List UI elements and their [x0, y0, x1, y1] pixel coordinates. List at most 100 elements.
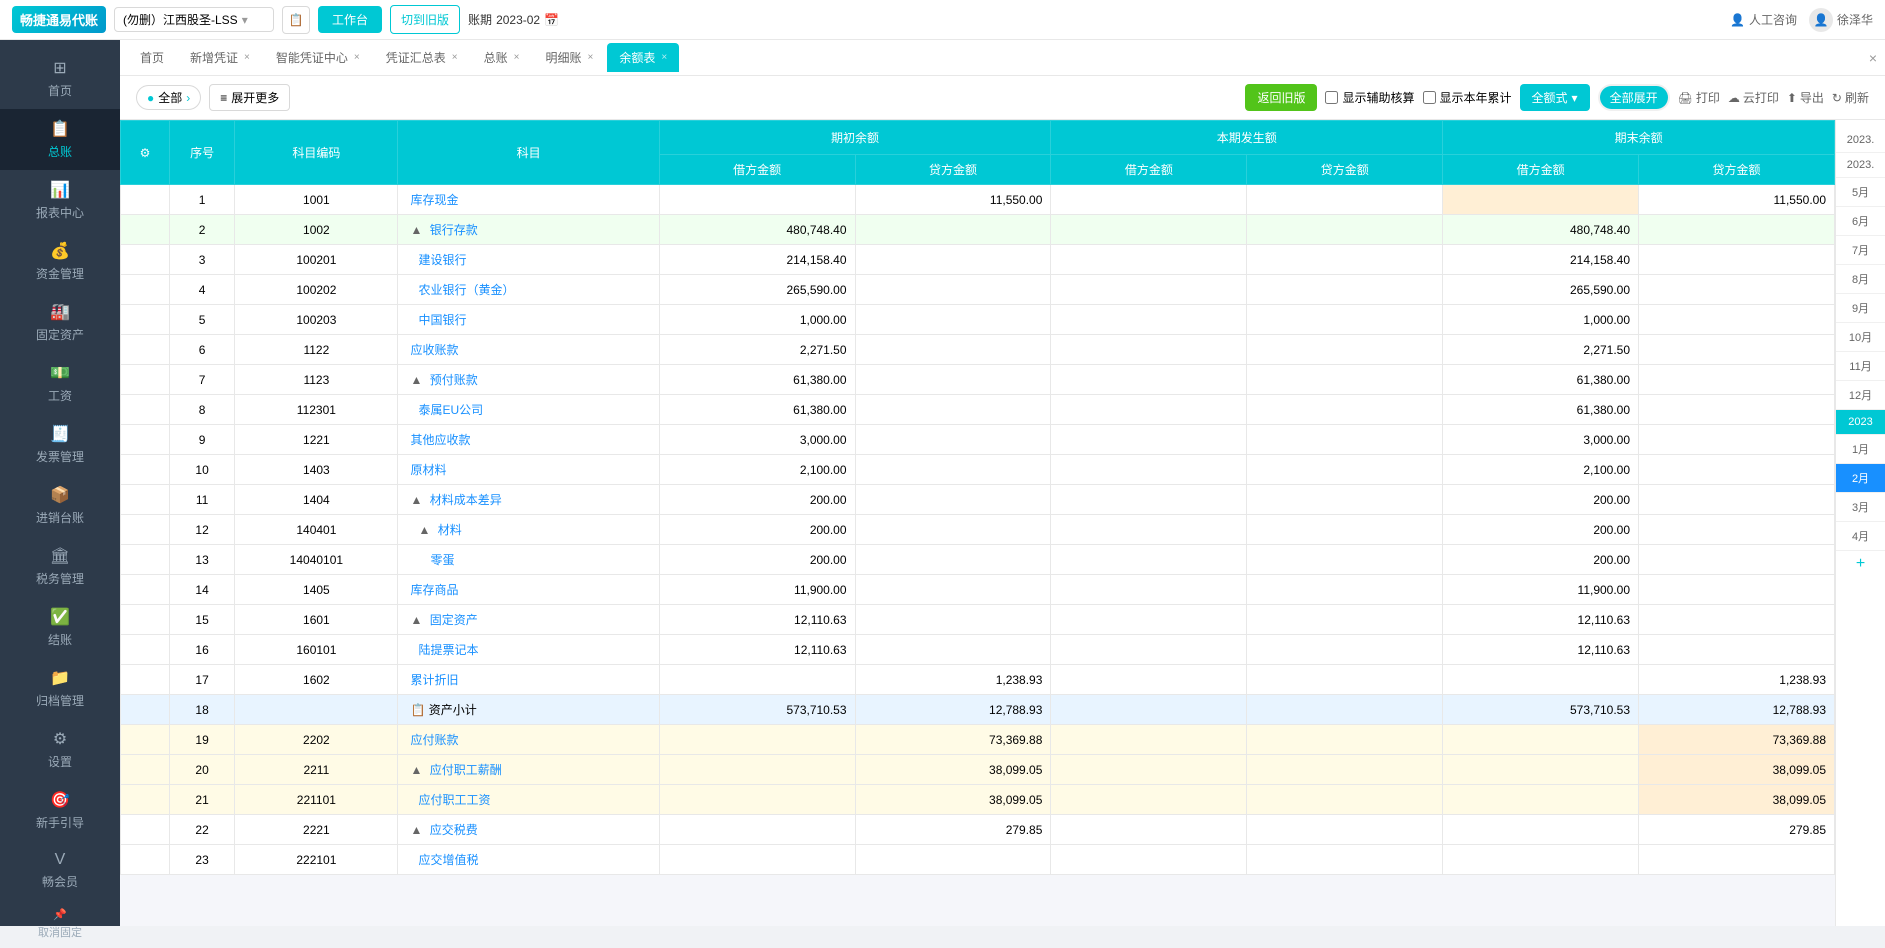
right-panel-12[interactable]: 12月 [1836, 381, 1885, 410]
expand-icon-10[interactable]: ▲ [410, 493, 425, 507]
right-panel-6[interactable]: 6月 [1836, 207, 1885, 236]
sidebar-item-vip[interactable]: V 畅会员 [0, 841, 120, 900]
row-name-20[interactable]: 应付职工工资 [398, 785, 659, 815]
sidebar-item-home[interactable]: ⊞ 首页 [0, 48, 120, 109]
row-name-9[interactable]: 原材料 [398, 455, 659, 485]
row-name-14[interactable]: ▲ 固定资产 [398, 605, 659, 635]
right-panel-3[interactable]: 3月 [1836, 493, 1885, 522]
auxiliary-checkbox-input[interactable] [1325, 91, 1338, 104]
company-select[interactable]: (勿删）江西股圣-LSS ▾ [114, 7, 274, 32]
expand-icon-6[interactable]: ▲ [410, 373, 425, 387]
row-name-12[interactable]: 零蛋 [398, 545, 659, 575]
toggle-on[interactable]: 全部展开 [1600, 86, 1668, 109]
tab-voucher-summary-close[interactable]: × [452, 52, 458, 63]
right-panel-5[interactable]: 5月 [1836, 178, 1885, 207]
format-button[interactable]: 全额式 ▾ [1520, 84, 1590, 111]
row-name-18[interactable]: 应付账款 [398, 725, 659, 755]
right-panel-4[interactable]: 4月 [1836, 522, 1885, 551]
row-name-4[interactable]: 中国银行 [398, 305, 659, 335]
switch-version-button[interactable]: 切到旧版 [390, 5, 460, 34]
row-name-0[interactable]: 库存现金 [398, 185, 659, 215]
right-panel-7[interactable]: 7月 [1836, 236, 1885, 265]
show-ytd-checkbox[interactable]: 显示本年累计 [1423, 89, 1512, 106]
right-panel-10[interactable]: 10月 [1836, 323, 1885, 352]
return-btn[interactable]: 返回旧版 [1245, 84, 1317, 111]
service-button[interactable]: 👤 人工咨询 [1730, 11, 1797, 28]
show-auxiliary-checkbox[interactable]: 显示辅助核算 [1325, 89, 1414, 106]
right-panel-year-2023[interactable]: 2023 [1836, 410, 1885, 435]
expand-icon-19[interactable]: ▲ [410, 763, 425, 777]
table-container[interactable]: ⚙ 序号 科目编码 科目 期初余额 本期发生额 期末余额 借方金额 贷方金额 借… [120, 120, 1835, 926]
sidebar-item-settings[interactable]: ⚙ 设置 [0, 719, 120, 780]
sidebar-item-accounting[interactable]: 📋 总账 [0, 109, 120, 170]
tab-general-ledger-close[interactable]: × [514, 52, 520, 63]
row-name-19[interactable]: ▲ 应付职工薪酬 [398, 755, 659, 785]
row-name-22[interactable]: 应交增值税 [398, 845, 659, 875]
cloud-print-action[interactable]: ☁ 云打印 [1728, 89, 1779, 106]
sidebar-item-archive[interactable]: 📁 归档管理 [0, 658, 120, 719]
right-panel-2[interactable]: 2月 [1836, 464, 1885, 493]
tab-home[interactable]: 首页 [128, 43, 176, 72]
expand-icon-14[interactable]: ▲ [410, 613, 425, 627]
sidebar-item-fixed-assets[interactable]: 🏭 固定资产 [0, 292, 120, 353]
tab-smart-voucher-close[interactable]: × [354, 52, 360, 63]
sidebar-item-assets-mgmt[interactable]: 💰 资金管理 [0, 231, 120, 292]
tab-smart-voucher-label: 智能凭证中心 [276, 49, 348, 66]
row-name-3[interactable]: 农业银行（黄金） [398, 275, 659, 305]
expand-icon-21[interactable]: ▲ [410, 823, 425, 837]
workbench-button[interactable]: 工作台 [318, 6, 382, 33]
row-name-5[interactable]: 应收账款 [398, 335, 659, 365]
sidebar-item-newbie[interactable]: 🎯 新手引导 [0, 780, 120, 841]
row-name-2[interactable]: 建设银行 [398, 245, 659, 275]
right-panel-2023[interactable]: 2023. [1836, 153, 1885, 178]
print-action[interactable]: 🖨 打印 [1678, 89, 1720, 106]
tab-balance-sheet-close[interactable]: × [661, 52, 667, 63]
user-profile[interactable]: 👤 徐泽华 [1809, 8, 1873, 32]
copy-icon[interactable]: 📋 [282, 6, 310, 34]
sidebar-item-payroll[interactable]: 💵 工资 [0, 353, 120, 414]
row-name-13[interactable]: 库存商品 [398, 575, 659, 605]
tab-new-voucher-close[interactable]: × [244, 52, 250, 63]
row-name-7[interactable]: 泰属EU公司 [398, 395, 659, 425]
right-panel-11[interactable]: 11月 [1836, 352, 1885, 381]
row-name-6[interactable]: ▲ 预付账款 [398, 365, 659, 395]
tab-general-ledger[interactable]: 总账 × [472, 43, 532, 72]
tab-detail-ledger-close[interactable]: × [587, 52, 593, 63]
row-name-10[interactable]: ▲ 材料成本差异 [398, 485, 659, 515]
sidebar-item-reports[interactable]: 📊 报表中心 [0, 170, 120, 231]
expand-icon-11[interactable]: ▲ [418, 523, 433, 537]
filter-select[interactable]: ● 全部 › [136, 85, 201, 110]
right-panel-2023-prev[interactable]: 2023. [1836, 128, 1885, 153]
tab-new-voucher[interactable]: 新增凭证 × [178, 43, 262, 72]
row-name-8[interactable]: 其他应收款 [398, 425, 659, 455]
settings-col-header[interactable]: ⚙ [121, 121, 170, 185]
right-panel-1[interactable]: 1月 [1836, 435, 1885, 464]
tax-icon: 🏛 [50, 546, 70, 566]
sidebar-item-sales[interactable]: 📦 进销台账 [0, 475, 120, 536]
row-name-21[interactable]: ▲ 应交税费 [398, 815, 659, 845]
cloud-print-label: 云打印 [1743, 89, 1779, 106]
row-name-11[interactable]: ▲ 材料 [398, 515, 659, 545]
sidebar-item-settlement[interactable]: ✅ 结账 [0, 597, 120, 658]
calendar-icon[interactable]: 📅 [544, 13, 559, 27]
sidebar-item-invoice[interactable]: 🧾 发票管理 [0, 414, 120, 475]
expand-button[interactable]: ≡ 展开更多 [209, 84, 290, 111]
tab-detail-ledger[interactable]: 明细账 × [533, 43, 605, 72]
tab-voucher-summary[interactable]: 凭证汇总表 × [374, 43, 470, 72]
tab-smart-voucher[interactable]: 智能凭证中心 × [264, 43, 372, 72]
row-name-15[interactable]: 陆提票记本 [398, 635, 659, 665]
row-no-12: 13 [169, 545, 234, 575]
row-name-1[interactable]: ▲ 银行存款 [398, 215, 659, 245]
right-panel-9[interactable]: 9月 [1836, 294, 1885, 323]
right-panel-expand[interactable]: + [1852, 551, 1869, 577]
sidebar-unpin-button[interactable]: 📌 取消固定 [0, 900, 120, 948]
sidebar-item-tax[interactable]: 🏛 税务管理 [0, 536, 120, 597]
row-name-16[interactable]: 累计折旧 [398, 665, 659, 695]
tab-balance-sheet[interactable]: 余额表 × [607, 43, 679, 72]
main-close-button[interactable]: × [1869, 50, 1877, 66]
right-panel-8[interactable]: 8月 [1836, 265, 1885, 294]
refresh-action[interactable]: ↻ 刷新 [1832, 89, 1869, 106]
ytd-checkbox-input[interactable] [1423, 91, 1436, 104]
expand-icon-1[interactable]: ▲ [410, 223, 425, 237]
export-action[interactable]: ⬆ 导出 [1787, 89, 1824, 106]
